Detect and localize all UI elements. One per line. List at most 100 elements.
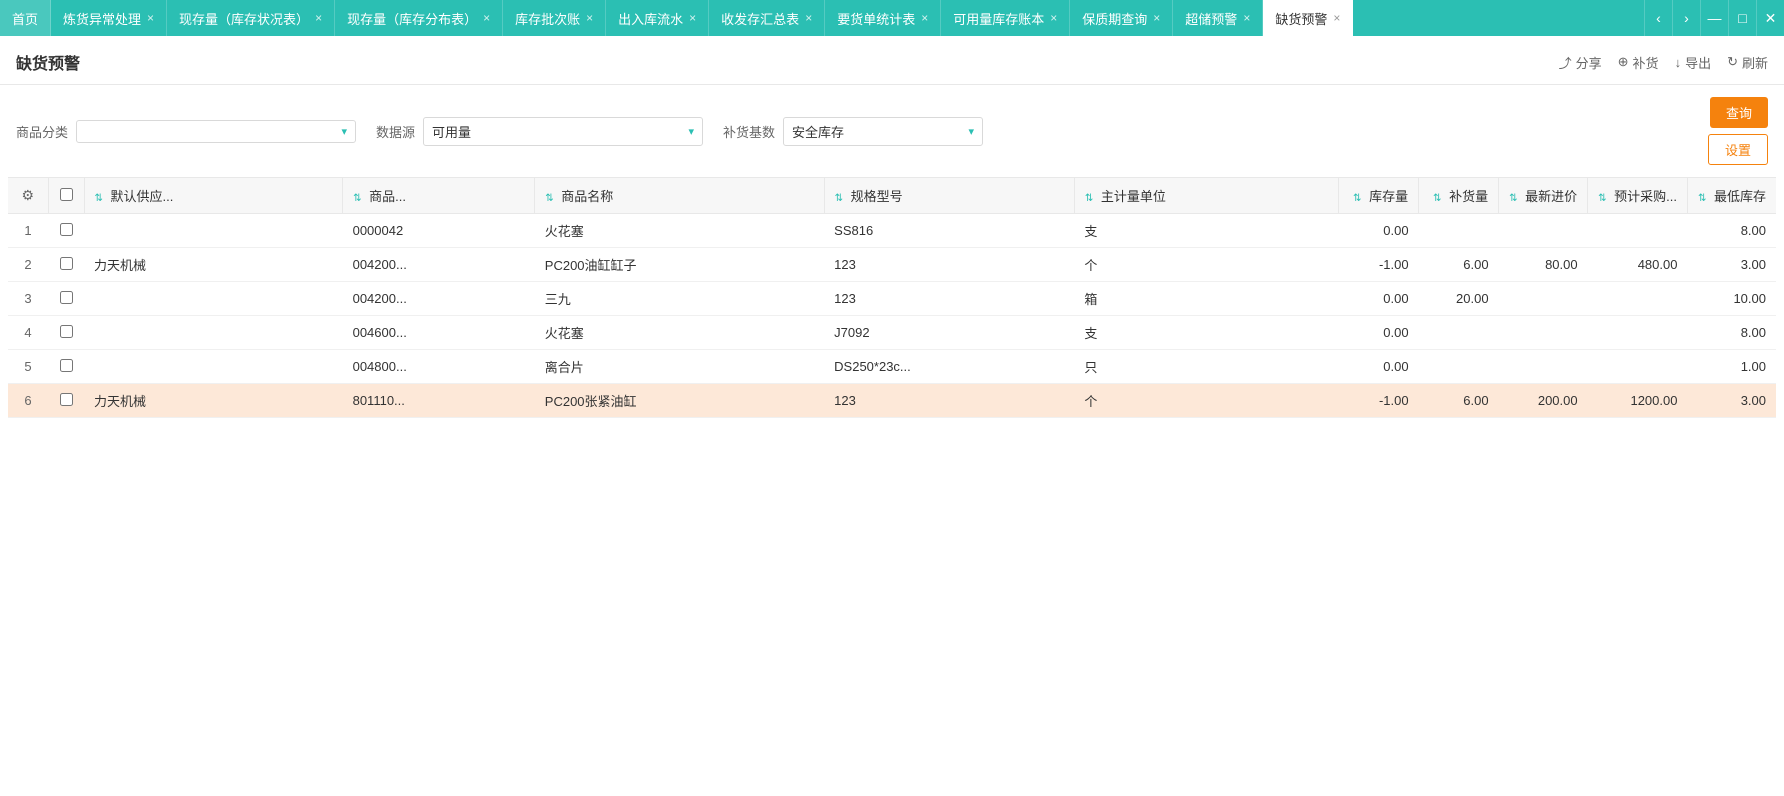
table-row[interactable]: 4 004600... 火花塞 J7092 支 0.00 8.00 bbox=[8, 316, 1776, 350]
filter-category-group: 商品分类 ▾ bbox=[16, 120, 356, 143]
stock-sort-icon: ⇅ bbox=[1353, 193, 1361, 204]
settings-button[interactable]: 设置 bbox=[1708, 134, 1768, 165]
row-checkbox[interactable] bbox=[60, 257, 73, 270]
tab-expiry[interactable]: 保质期查询 × bbox=[1070, 0, 1173, 36]
row-name: PC200油缸缸子 bbox=[535, 248, 824, 282]
name-sort-icon: ⇅ bbox=[545, 193, 553, 204]
row-checkbox[interactable] bbox=[60, 359, 73, 372]
tab-inv-dist-close[interactable]: × bbox=[483, 11, 490, 25]
share-button[interactable]: ⤴ 分享 bbox=[1559, 53, 1602, 72]
row-checkbox[interactable] bbox=[60, 223, 73, 236]
table-row[interactable]: 1 0000042 火花塞 SS816 支 0.00 8.00 bbox=[8, 214, 1776, 248]
category-chevron: ▾ bbox=[341, 125, 347, 138]
col-header-price[interactable]: ⇅ 最新进价 bbox=[1499, 178, 1588, 214]
header-actions: ⤴ 分享 ⊕ 补货 ↓ 导出 ↻ 刷新 bbox=[1559, 53, 1768, 72]
tab-available-close[interactable]: × bbox=[1050, 11, 1057, 25]
tab-inventory-status[interactable]: 现存量（库存状况表） × bbox=[167, 0, 335, 36]
tab-batch[interactable]: 库存批次账 × bbox=[503, 0, 606, 36]
tab-abnormal-close[interactable]: × bbox=[147, 11, 154, 25]
name-col-label: 商品名称 bbox=[561, 189, 613, 204]
col-header-min-stock[interactable]: ⇅ 最低库存 bbox=[1687, 178, 1776, 214]
filter-right-buttons: 查询 设置 bbox=[1708, 97, 1768, 165]
table-row[interactable]: 3 004200... 三九 123 箱 0.00 20.00 10.00 bbox=[8, 282, 1776, 316]
tab-inout-flow[interactable]: 出入库流水 × bbox=[606, 0, 709, 36]
tab-expiry-close[interactable]: × bbox=[1153, 11, 1160, 25]
tab-shortage-close[interactable]: × bbox=[1333, 11, 1340, 25]
row-replenish bbox=[1419, 316, 1499, 350]
replenish-basis-select[interactable]: 安全库存 ▾ bbox=[783, 117, 983, 146]
code-col-label: 商品... bbox=[369, 189, 406, 204]
col-header-name[interactable]: ⇅ 商品名称 bbox=[535, 178, 824, 214]
window-maximize[interactable]: □ bbox=[1728, 0, 1756, 36]
row-checkbox[interactable] bbox=[60, 325, 73, 338]
tab-home[interactable]: 首页 bbox=[0, 0, 51, 36]
row-replenish: 20.00 bbox=[1419, 282, 1499, 316]
tab-available[interactable]: 可用量库存账本 × bbox=[941, 0, 1070, 36]
gear-icon[interactable]: ⚙ bbox=[21, 187, 34, 203]
tab-shortage[interactable]: 缺货预警 × bbox=[1263, 0, 1353, 36]
col-header-unit[interactable]: ⇅ 主计量单位 bbox=[1074, 178, 1338, 214]
row-checkbox[interactable] bbox=[60, 393, 73, 406]
row-supplier bbox=[84, 350, 343, 384]
replenish-button[interactable]: ⊕ 补货 bbox=[1618, 53, 1659, 72]
query-button[interactable]: 查询 bbox=[1710, 97, 1768, 128]
tab-overstock-label: 超储预警 bbox=[1185, 9, 1237, 28]
tab-collect-close[interactable]: × bbox=[805, 11, 812, 25]
col-header-replenish[interactable]: ⇅ 补货量 bbox=[1419, 178, 1499, 214]
tab-scroll-left[interactable]: ‹ bbox=[1644, 0, 1672, 36]
tab-abnormal[interactable]: 炼货异常处理 × bbox=[51, 0, 167, 36]
row-unit: 支 bbox=[1074, 214, 1338, 248]
row-purchase bbox=[1588, 350, 1688, 384]
window-close[interactable]: ✕ bbox=[1756, 0, 1784, 36]
row-spec: 123 bbox=[824, 282, 1074, 316]
table-row[interactable]: 2 力天机械 004200... PC200油缸缸子 123 个 -1.00 6… bbox=[8, 248, 1776, 282]
row-purchase bbox=[1588, 282, 1688, 316]
col-header-purchase[interactable]: ⇅ 预计采购... bbox=[1588, 178, 1688, 214]
code-sort-icon: ⇅ bbox=[353, 193, 361, 204]
col-header-stock[interactable]: ⇅ 库存量 bbox=[1339, 178, 1419, 214]
tab-inv-status-close[interactable]: × bbox=[315, 11, 322, 25]
row-index: 4 bbox=[8, 316, 48, 350]
row-unit: 个 bbox=[1074, 384, 1338, 418]
tab-overstock[interactable]: 超储预警 × bbox=[1173, 0, 1263, 36]
row-code: 004200... bbox=[343, 248, 535, 282]
unit-col-label: 主计量单位 bbox=[1101, 189, 1166, 204]
category-select[interactable]: ▾ bbox=[76, 120, 356, 143]
tab-scroll-right[interactable]: › bbox=[1672, 0, 1700, 36]
select-all-checkbox[interactable] bbox=[60, 188, 73, 201]
price-sort-icon: ⇅ bbox=[1509, 193, 1517, 204]
main-content: 缺货预警 ⤴ 分享 ⊕ 补货 ↓ 导出 ↻ 刷新 商品分类 bbox=[0, 36, 1784, 796]
tab-collect[interactable]: 收发存汇总表 × bbox=[709, 0, 825, 36]
row-purchase: 1200.00 bbox=[1588, 384, 1688, 418]
row-code: 004600... bbox=[343, 316, 535, 350]
row-checkbox[interactable] bbox=[60, 291, 73, 304]
tab-order-stat[interactable]: 要货单统计表 × bbox=[825, 0, 941, 36]
tab-batch-label: 库存批次账 bbox=[515, 9, 580, 28]
col-header-spec[interactable]: ⇅ 规格型号 bbox=[824, 178, 1074, 214]
tab-inout-close[interactable]: × bbox=[689, 11, 696, 25]
row-index: 2 bbox=[8, 248, 48, 282]
table-row[interactable]: 6 力天机械 801110... PC200张紧油缸 123 个 -1.00 6… bbox=[8, 384, 1776, 418]
export-button[interactable]: ↓ 导出 bbox=[1675, 53, 1712, 72]
row-checkbox-cell bbox=[48, 248, 84, 282]
table-row[interactable]: 5 004800... 离合片 DS250*23c... 只 0.00 1.00 bbox=[8, 350, 1776, 384]
replenish-sort-icon: ⇅ bbox=[1433, 193, 1441, 204]
tab-overstock-close[interactable]: × bbox=[1243, 11, 1250, 25]
page-header: 缺货预警 ⤴ 分享 ⊕ 补货 ↓ 导出 ↻ 刷新 bbox=[0, 36, 1784, 85]
row-price: 200.00 bbox=[1499, 384, 1588, 418]
row-purchase bbox=[1588, 316, 1688, 350]
col-header-code[interactable]: ⇅ 商品... bbox=[343, 178, 535, 214]
datasource-select[interactable]: 可用量 ▾ bbox=[423, 117, 703, 146]
purchase-sort-icon: ⇅ bbox=[1598, 193, 1606, 204]
window-minimize[interactable]: — bbox=[1700, 0, 1728, 36]
row-index: 5 bbox=[8, 350, 48, 384]
row-min-stock: 1.00 bbox=[1687, 350, 1776, 384]
tab-inv-dist-label: 现存量（库存分布表） bbox=[347, 9, 477, 28]
unit-sort-icon: ⇅ bbox=[1085, 193, 1093, 204]
refresh-button[interactable]: ↻ 刷新 bbox=[1727, 53, 1768, 72]
row-name: 火花塞 bbox=[535, 214, 824, 248]
col-header-supplier[interactable]: ⇅ 默认供应... bbox=[84, 178, 343, 214]
tab-inventory-dist[interactable]: 现存量（库存分布表） × bbox=[335, 0, 503, 36]
tab-batch-close[interactable]: × bbox=[586, 11, 593, 25]
tab-order-stat-close[interactable]: × bbox=[921, 11, 928, 25]
